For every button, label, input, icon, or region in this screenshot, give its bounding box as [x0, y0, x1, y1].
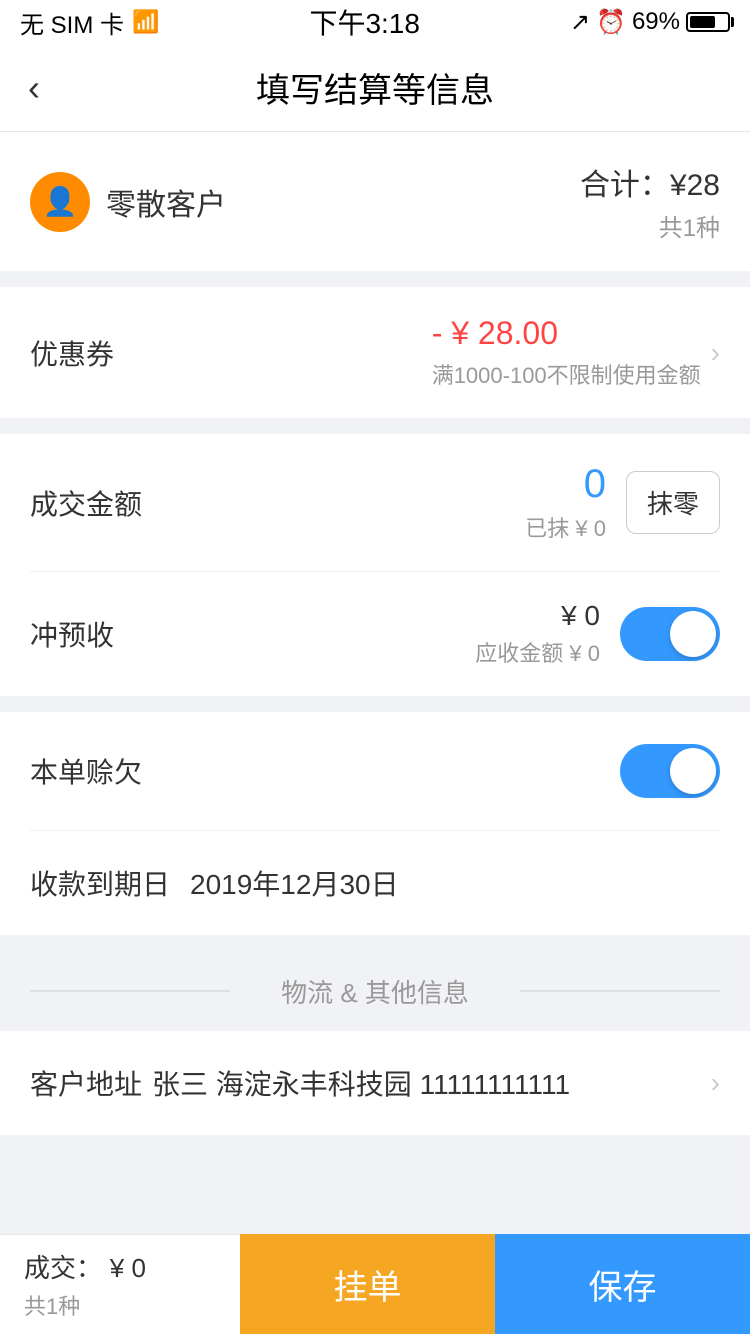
transaction-value: 0	[525, 462, 606, 507]
prepay-right: ¥ 0 应收金额 ¥ 0	[475, 600, 720, 668]
status-right: ↗ ⏰ 69%	[570, 8, 730, 37]
transaction-label: 成交金额	[30, 483, 142, 523]
transaction-right: 0 已抹 ¥ 0 抹零	[525, 462, 720, 543]
carrier-text: 无 SIM 卡	[20, 5, 124, 40]
coupon-right: - ¥ 28.00 满1000-100不限制使用金额 ›	[432, 315, 720, 390]
prepay-value-block: ¥ 0 应收金额 ¥ 0	[475, 600, 600, 668]
battery-icon	[686, 12, 730, 32]
nav-bar: ‹ 填写结算等信息	[0, 44, 750, 132]
coupon-desc: 满1000-100不限制使用金额	[432, 358, 701, 390]
status-time: 下午3:18	[309, 2, 420, 42]
customer-info: 👤 零散客户	[30, 172, 226, 232]
total-count: 共1种	[580, 208, 720, 243]
customer-name: 零散客户	[106, 180, 226, 224]
alarm-icon: ⏰	[596, 8, 626, 37]
page-title: 填写结算等信息	[256, 63, 494, 112]
prepay-row: 冲预收 ¥ 0 应收金额 ¥ 0	[0, 572, 750, 696]
address-row[interactable]: 客户地址 张三 海淀永丰科技园 11111111111 ›	[0, 1031, 750, 1135]
coupon-section[interactable]: 优惠券 - ¥ 28.00 满1000-100不限制使用金额 ›	[0, 287, 750, 418]
due-date-label: 收款到期日	[30, 863, 170, 903]
location-icon: ↗	[570, 8, 590, 37]
bottom-deal-row: 成交： ¥ 0	[24, 1248, 216, 1285]
debt-toggle[interactable]	[620, 744, 720, 798]
transaction-sub: 已抹 ¥ 0	[525, 511, 606, 543]
wifi-icon: 📶	[132, 9, 159, 35]
avatar: 👤	[30, 172, 90, 232]
address-value: 张三 海淀永丰科技园 11111111111	[142, 1063, 711, 1103]
prepay-toggle[interactable]	[620, 607, 720, 661]
bottom-count: 共1种	[24, 1289, 216, 1321]
customer-section: 👤 零散客户 合计：¥28 共1种	[0, 132, 750, 271]
save-button[interactable]: 保存	[495, 1234, 750, 1334]
bottom-deal-amount: ¥ 0	[110, 1253, 146, 1283]
address-label: 客户地址	[30, 1063, 142, 1103]
coupon-row[interactable]: 优惠券 - ¥ 28.00 满1000-100不限制使用金额 ›	[0, 287, 750, 418]
round-button[interactable]: 抹零	[626, 471, 720, 534]
chevron-right-icon: ›	[711, 337, 720, 369]
transaction-row: 成交金额 0 已抹 ¥ 0 抹零	[0, 434, 750, 571]
address-chevron-icon: ›	[711, 1067, 720, 1099]
debt-toggle-knob	[670, 748, 716, 794]
avatar-icon: 👤	[43, 185, 78, 218]
transaction-section: 成交金额 0 已抹 ¥ 0 抹零 冲预收 ¥ 0 应收金额 ¥ 0	[0, 434, 750, 696]
bottom-deal-label: 成交：	[24, 1253, 102, 1283]
status-left: 无 SIM 卡 📶	[20, 5, 159, 40]
coupon-discount: - ¥ 28.00	[432, 315, 701, 352]
logistics-label: 物流 & 其他信息	[261, 973, 489, 1010]
bottom-bar: 成交： ¥ 0 共1种 挂单 保存	[0, 1234, 750, 1334]
battery-text: 69%	[632, 8, 680, 36]
prepay-label: 冲预收	[30, 614, 114, 654]
transaction-value-block: 0 已抹 ¥ 0	[525, 462, 606, 543]
pending-button[interactable]: 挂单	[240, 1234, 495, 1334]
logistics-header: 物流 & 其他信息	[0, 951, 750, 1031]
prepay-sub: 应收金额 ¥ 0	[475, 636, 600, 668]
pending-label: 挂单	[334, 1260, 402, 1309]
coupon-value-block: - ¥ 28.00 满1000-100不限制使用金额	[432, 315, 701, 390]
debt-row: 本单赊欠	[0, 712, 750, 830]
back-icon: ‹	[28, 67, 40, 108]
address-section: 客户地址 张三 海淀永丰科技园 11111111111 ›	[0, 1031, 750, 1135]
prepay-value: ¥ 0	[475, 600, 600, 632]
total-price: 合计：¥28	[580, 160, 720, 204]
debt-section: 本单赊欠 收款到期日 2019年12月30日	[0, 712, 750, 935]
bottom-info: 成交： ¥ 0 共1种	[0, 1234, 240, 1334]
save-label: 保存	[589, 1260, 657, 1309]
coupon-label: 优惠券	[30, 333, 114, 373]
toggle-knob	[670, 611, 716, 657]
back-button[interactable]: ‹	[28, 67, 40, 109]
due-date-value: 2019年12月30日	[190, 863, 399, 903]
status-bar: 无 SIM 卡 📶 下午3:18 ↗ ⏰ 69%	[0, 0, 750, 44]
customer-total: 合计：¥28 共1种	[580, 160, 720, 243]
debt-label: 本单赊欠	[30, 751, 142, 791]
customer-row: 👤 零散客户 合计：¥28 共1种	[0, 132, 750, 271]
due-date-row[interactable]: 收款到期日 2019年12月30日	[0, 831, 750, 935]
